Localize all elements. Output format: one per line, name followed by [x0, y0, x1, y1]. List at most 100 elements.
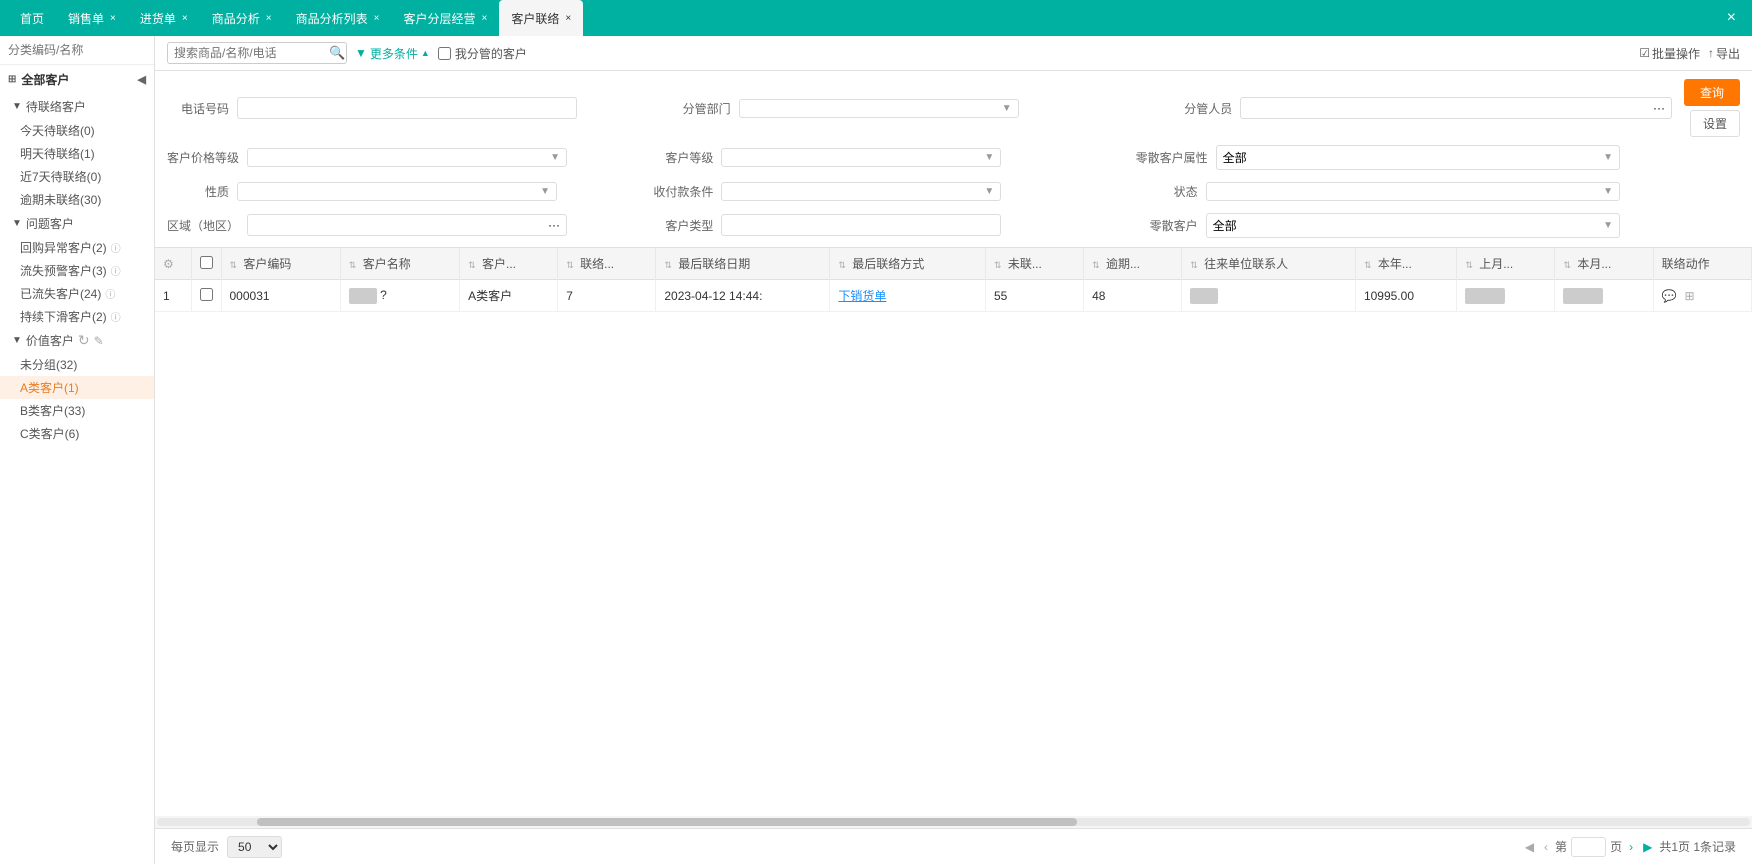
nav-customer-segmentation[interactable]: 客户分层经营 × — [391, 0, 499, 36]
close-product-analysis-list-icon[interactable]: × — [374, 13, 380, 24]
payment-select[interactable]: ▼ — [721, 182, 1001, 201]
th-checkbox — [191, 248, 221, 280]
status-select[interactable]: ▼ — [1206, 182, 1620, 201]
close-customer-segmentation-icon[interactable]: × — [481, 13, 487, 24]
repurchase-abnormal-item[interactable]: 回购异常客户(2) ⓘ — [0, 236, 154, 259]
first-page-button[interactable]: ◀ — [1522, 840, 1537, 854]
retail-attr-select[interactable]: 全部 ▼ — [1216, 145, 1620, 170]
nav-product-analysis-list[interactable]: 商品分析列表 × — [284, 0, 392, 36]
edit-icon[interactable]: ✎ — [94, 334, 104, 348]
horizontal-scrollbar[interactable] — [155, 816, 1752, 828]
phone-label: 电话号码 — [167, 100, 237, 117]
customer-level-label: 客户等级 — [651, 149, 721, 166]
customer-type-input[interactable] — [721, 214, 1001, 236]
price-level-select[interactable]: ▼ — [247, 148, 567, 167]
close-customer-contact-icon[interactable]: × — [565, 13, 571, 24]
nature-select[interactable]: ▼ — [237, 182, 557, 201]
close-purchase-icon[interactable]: × — [182, 13, 188, 24]
sort-overdue-icon[interactable]: ⇅ — [1092, 260, 1100, 270]
manager-select-dots: ··· — [1653, 101, 1665, 115]
th-type: ⇅ 客户... — [460, 248, 558, 280]
toolbar: 🔍 ▼ 更多条件 ▲ 我分管的客户 ☑ 批量操作 ↑ 导出 — [155, 36, 1752, 71]
scrollbar-thumb[interactable] — [257, 818, 1077, 826]
row-actions: 💬 ⊞ — [1653, 280, 1751, 312]
a-class-item[interactable]: A类客户(1) — [0, 376, 154, 399]
pending-contact-group[interactable]: ▼ 待联络客户 — [0, 94, 154, 119]
sort-type-icon[interactable]: ⇅ — [468, 260, 476, 270]
sidebar-search-input[interactable] — [8, 43, 155, 57]
manager-select[interactable]: ··· — [1240, 97, 1672, 119]
prev-page-button[interactable]: ‹ — [1541, 840, 1551, 854]
row-last-month — [1457, 280, 1555, 312]
refresh-icon[interactable]: ↻ — [78, 332, 90, 349]
sort-cm-icon[interactable]: ⇅ — [1563, 260, 1571, 270]
churn-warning-item[interactable]: 流失预警客户(3) ⓘ — [0, 259, 154, 282]
dept-select-arrow: ▼ — [1002, 103, 1012, 114]
table-settings-icon[interactable]: ⚙ — [163, 257, 174, 271]
all-customers-header[interactable]: ⊞ 全部客户 ◀ — [0, 65, 154, 94]
sort-method-icon[interactable]: ⇅ — [838, 260, 846, 270]
nav-home[interactable]: 首页 — [8, 0, 56, 36]
nav-purchase[interactable]: 进货单 × — [128, 0, 200, 36]
value-customers-group[interactable]: ▼ 价值客户 ↻ ✎ — [0, 328, 154, 353]
top-nav: 首页 销售单 × 进货单 × 商品分析 × 商品分析列表 × 客户分层经营 × … — [0, 0, 1752, 36]
overdue-item[interactable]: 逾期未联络(30) — [0, 188, 154, 211]
per-page-select[interactable]: 50 100 200 — [227, 836, 282, 858]
customer-type-label: 客户类型 — [651, 217, 721, 234]
region-select[interactable]: ··· — [247, 214, 567, 236]
sort-name-icon[interactable]: ⇅ — [349, 260, 357, 270]
settings-button[interactable]: 设置 — [1690, 110, 1740, 137]
nav-sales[interactable]: 销售单 × — [56, 0, 128, 36]
query-button[interactable]: 查询 — [1684, 79, 1740, 106]
filter-row-2: 客户价格等级 ▼ 客户等级 ▼ 零散客户属性 全部 — [167, 143, 1740, 171]
more-filter-button[interactable]: ▼ 更多条件 ▲ — [355, 45, 430, 62]
contact-method-link[interactable]: 下销货单 — [838, 289, 886, 303]
nav-customer-contact[interactable]: 客户联络 × — [499, 0, 583, 36]
close-product-analysis-icon[interactable]: × — [266, 13, 272, 24]
retail-customer-select[interactable]: 全部 ▼ — [1206, 213, 1620, 238]
content-area: 🔍 ▼ 更多条件 ▲ 我分管的客户 ☑ 批量操作 ↑ 导出 — [155, 36, 1752, 864]
close-all-button[interactable]: × — [1719, 9, 1744, 27]
th-code: ⇅ 客户编码 — [221, 248, 340, 280]
row-contact-person — [1182, 280, 1356, 312]
toolbar-search-input[interactable] — [174, 46, 329, 60]
row-checkbox[interactable] — [200, 288, 213, 301]
sort-date-icon[interactable]: ⇅ — [664, 260, 672, 270]
phone-input[interactable] — [237, 97, 577, 119]
sort-no-contact-icon[interactable]: ⇅ — [994, 260, 1002, 270]
my-customers-checkbox[interactable] — [438, 47, 451, 60]
declining-item[interactable]: 持续下滑客户(2) ⓘ — [0, 305, 154, 328]
batch-operation-button[interactable]: ☑ 批量操作 — [1639, 45, 1700, 62]
customer-level-select[interactable]: ▼ — [721, 148, 1001, 167]
c-class-item[interactable]: C类客户(6) — [0, 422, 154, 445]
export-button[interactable]: ↑ 导出 — [1708, 45, 1740, 62]
churned-item[interactable]: 已流失客户(24) ⓘ — [0, 282, 154, 305]
nav-product-analysis[interactable]: 商品分析 × — [200, 0, 284, 36]
nature-arrow: ▼ — [540, 186, 550, 197]
sort-code-icon[interactable]: ⇅ — [230, 260, 238, 270]
manager-label: 分管人员 — [1170, 100, 1240, 117]
sort-contact-person-icon[interactable]: ⇅ — [1190, 260, 1198, 270]
today-pending-item[interactable]: 今天待联络(0) — [0, 119, 154, 142]
problem-customers-group[interactable]: ▼ 问题客户 — [0, 211, 154, 236]
sort-year-icon[interactable]: ⇅ — [1364, 260, 1372, 270]
page-number-input[interactable]: 1 — [1571, 837, 1606, 857]
ungrouped-item[interactable]: 未分组(32) — [0, 353, 154, 376]
filter-status-cell: 状态 ▼ — [1136, 177, 1620, 205]
retail-attr-label: 零散客户属性 — [1136, 149, 1216, 166]
tomorrow-pending-item[interactable]: 明天待联络(1) — [0, 142, 154, 165]
th-name: ⇅ 客户名称 — [340, 248, 459, 280]
sort-contact-icon[interactable]: ⇅ — [566, 260, 574, 270]
next-page-button[interactable]: › — [1626, 840, 1636, 854]
dept-select[interactable]: ▼ — [739, 99, 1019, 118]
collapse-icon[interactable]: ◀ — [138, 73, 146, 86]
select-all-checkbox[interactable] — [200, 256, 213, 269]
total-info: 共1页 1条记录 — [1659, 838, 1736, 855]
qr-icon[interactable]: ⊞ — [1685, 289, 1695, 303]
sort-lm-icon[interactable]: ⇅ — [1465, 260, 1473, 270]
comment-icon[interactable]: 💬 — [1662, 289, 1677, 303]
b-class-item[interactable]: B类客户(33) — [0, 399, 154, 422]
last-page-button[interactable]: ▶ — [1640, 840, 1655, 854]
close-sales-icon[interactable]: × — [110, 13, 116, 24]
week-pending-item[interactable]: 近7天待联络(0) — [0, 165, 154, 188]
